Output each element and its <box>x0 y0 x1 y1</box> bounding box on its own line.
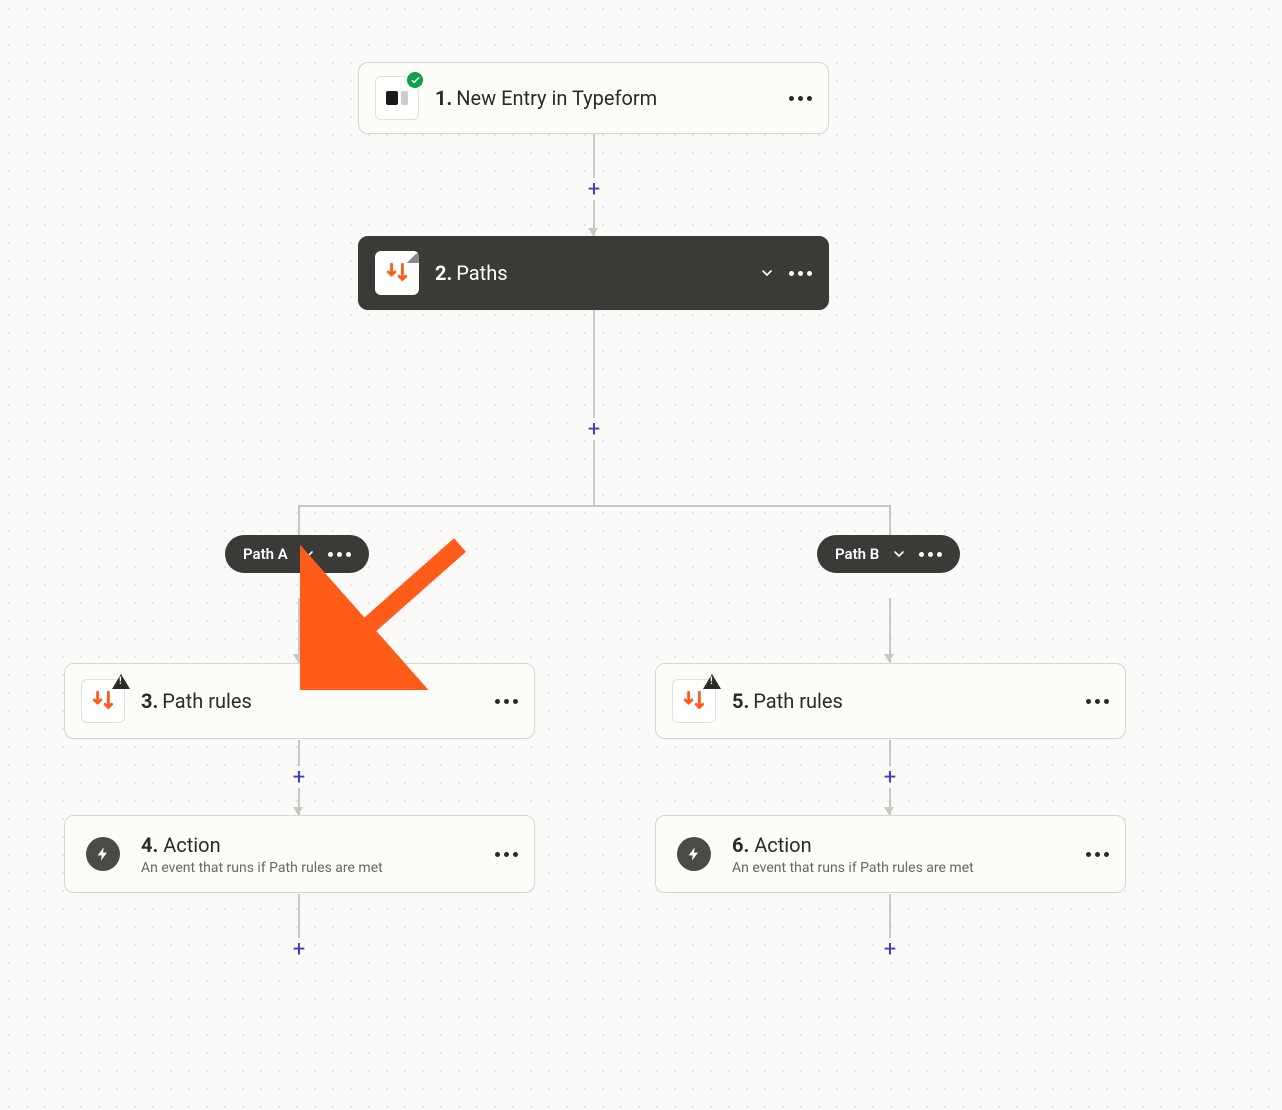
chevron-down-icon[interactable] <box>300 546 316 562</box>
step-number: 2. <box>435 261 452 285</box>
paths-icon <box>375 251 419 295</box>
arrowhead-icon <box>884 654 894 662</box>
step-path-a-action[interactable]: 4. Action An event that runs if Path rul… <box>64 815 535 893</box>
step-number: 6. <box>732 833 749 857</box>
warning-badge-icon <box>703 674 721 689</box>
typeform-icon <box>375 76 419 120</box>
path-label: Path B <box>835 545 879 563</box>
chevron-down-icon[interactable] <box>891 546 907 562</box>
chevron-down-icon[interactable] <box>759 265 775 281</box>
more-menu-button[interactable] <box>495 852 518 857</box>
step-number: 3. <box>141 689 158 713</box>
step-title: New Entry in Typeform <box>456 86 657 110</box>
add-step-button[interactable]: + <box>583 178 605 200</box>
success-badge-icon <box>405 70 425 90</box>
fold-badge-icon <box>407 251 419 263</box>
step-title: Action <box>754 833 811 857</box>
more-menu-button[interactable] <box>789 271 812 276</box>
add-step-button[interactable]: + <box>583 418 605 440</box>
step-title: Path rules <box>162 689 252 713</box>
action-icon <box>672 832 716 876</box>
warning-badge-icon <box>112 674 130 689</box>
connector-line <box>298 505 300 535</box>
step-number: 1. <box>435 86 452 110</box>
paths-icon <box>81 679 125 723</box>
add-step-button[interactable]: + <box>879 766 901 788</box>
step-subtitle: An event that runs if Path rules are met <box>732 860 1076 876</box>
arrowhead-icon <box>293 807 303 815</box>
more-menu-button[interactable] <box>1086 852 1109 857</box>
add-step-button[interactable]: + <box>288 766 310 788</box>
step-title: Paths <box>456 261 507 285</box>
more-menu-button[interactable] <box>789 96 812 101</box>
step-number: 4. <box>141 833 158 857</box>
step-number: 5. <box>732 689 749 713</box>
step-path-a-rules[interactable]: 3. Path rules <box>64 663 535 739</box>
plus-icon: + <box>884 937 896 962</box>
path-pill-a[interactable]: Path A <box>225 535 369 573</box>
paths-icon <box>672 679 716 723</box>
path-pill-b[interactable]: Path B <box>817 535 960 573</box>
more-menu-button[interactable] <box>919 552 942 557</box>
more-menu-button[interactable] <box>1086 699 1109 704</box>
path-label: Path A <box>243 545 288 563</box>
arrowhead-icon <box>884 807 894 815</box>
more-menu-button[interactable] <box>495 699 518 704</box>
plus-icon: + <box>884 765 896 790</box>
arrowhead-icon <box>588 228 598 236</box>
plus-icon: + <box>293 937 305 962</box>
connector-line <box>298 505 890 507</box>
step-title: Path rules <box>753 689 843 713</box>
plus-icon: + <box>588 177 600 202</box>
add-step-button[interactable]: + <box>879 938 901 960</box>
add-step-button[interactable]: + <box>288 938 310 960</box>
step-paths[interactable]: 2. Paths <box>358 236 829 310</box>
more-menu-button[interactable] <box>328 552 351 557</box>
connector-line <box>889 505 891 535</box>
action-icon <box>81 832 125 876</box>
arrowhead-icon <box>293 654 303 662</box>
step-path-b-action[interactable]: 6. Action An event that runs if Path rul… <box>655 815 1126 893</box>
plus-icon: + <box>293 765 305 790</box>
plus-icon: + <box>588 417 600 442</box>
step-trigger[interactable]: 1. New Entry in Typeform <box>358 62 829 134</box>
step-title: Action <box>163 833 220 857</box>
connector-line <box>593 310 595 505</box>
step-subtitle: An event that runs if Path rules are met <box>141 860 485 876</box>
step-path-b-rules[interactable]: 5. Path rules <box>655 663 1126 739</box>
workflow-canvas[interactable]: + + + + + + 1. New Entry in Typeform <box>0 0 1282 1110</box>
